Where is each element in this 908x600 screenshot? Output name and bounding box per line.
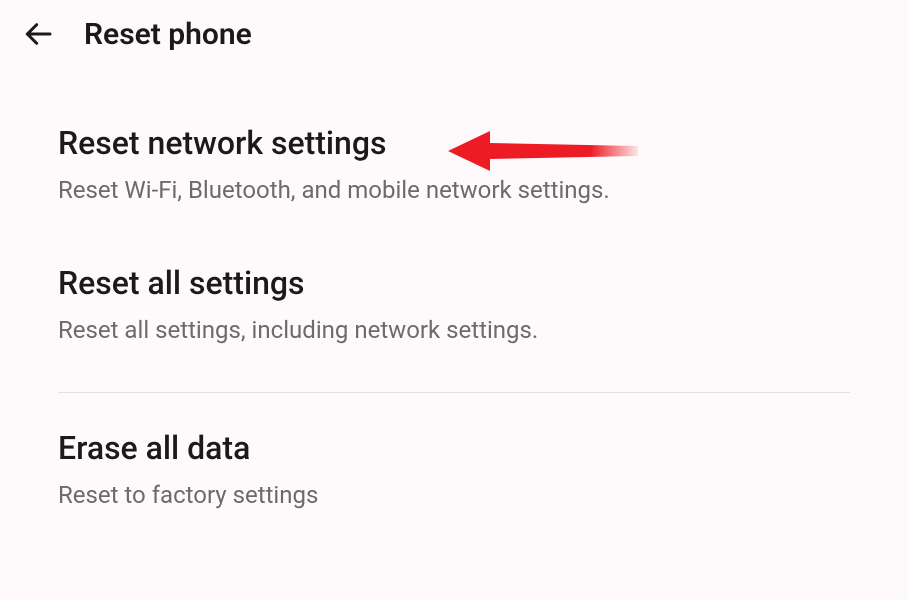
arrow-left-icon <box>22 18 54 50</box>
setting-title: Reset network settings <box>58 124 850 162</box>
reset-all-settings-item[interactable]: Reset all settings Reset all settings, i… <box>58 228 850 368</box>
content-area: Reset network settings Reset Wi-Fi, Blue… <box>0 68 908 533</box>
back-button[interactable] <box>20 16 56 52</box>
header: Reset phone <box>0 0 908 68</box>
erase-all-data-item[interactable]: Erase all data Reset to factory settings <box>58 393 850 533</box>
setting-description: Reset to factory settings <box>58 481 850 509</box>
setting-title: Reset all settings <box>58 264 850 302</box>
page-title: Reset phone <box>84 17 252 52</box>
setting-title: Erase all data <box>58 429 850 467</box>
reset-network-settings-item[interactable]: Reset network settings Reset Wi-Fi, Blue… <box>58 88 850 228</box>
setting-description: Reset Wi-Fi, Bluetooth, and mobile netwo… <box>58 176 850 204</box>
setting-description: Reset all settings, including network se… <box>58 316 850 344</box>
